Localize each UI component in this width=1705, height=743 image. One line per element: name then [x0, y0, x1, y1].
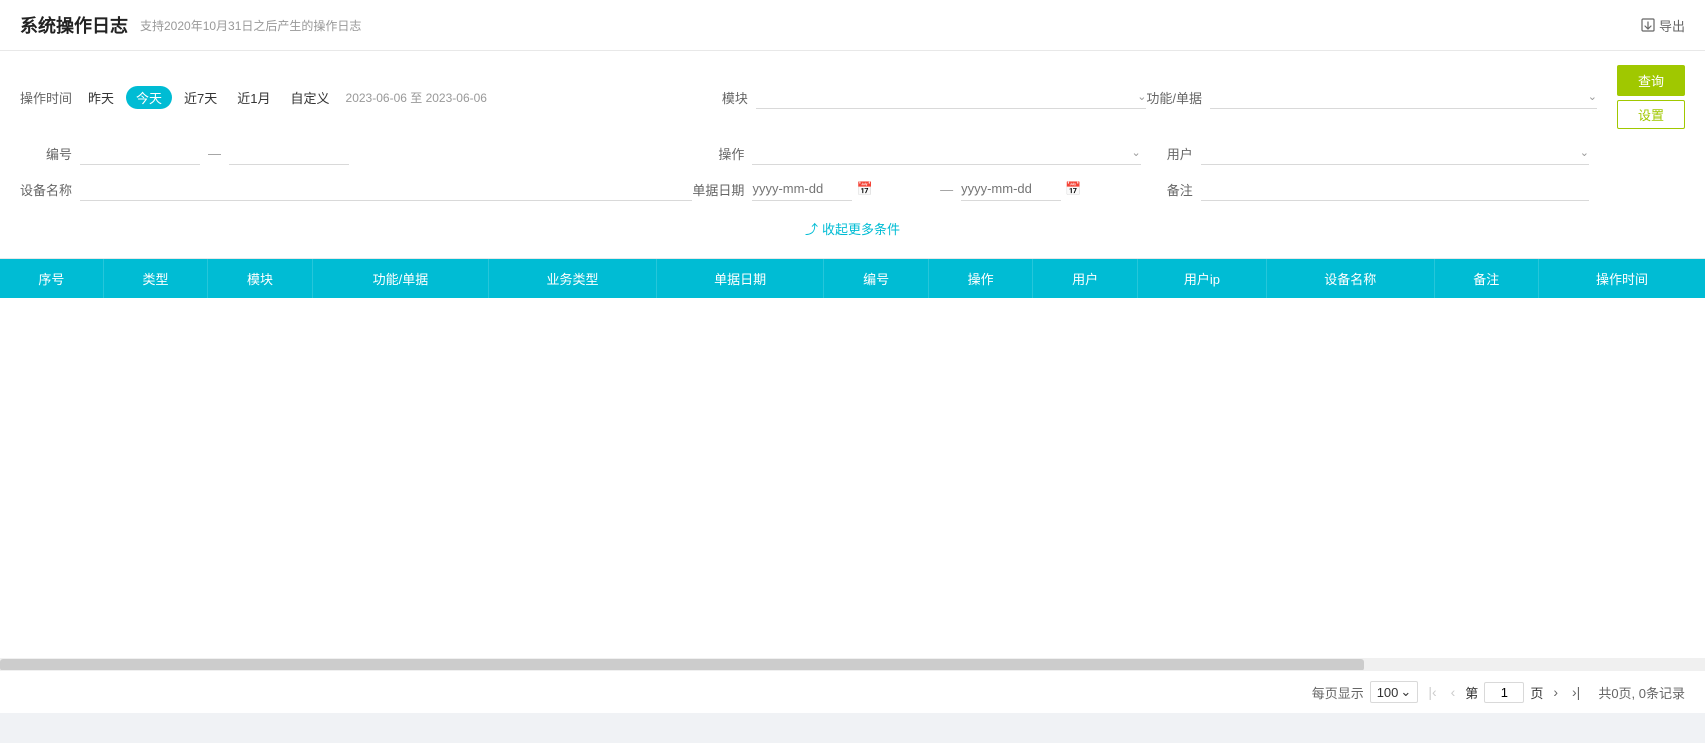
- custom-btn[interactable]: 自定义: [283, 86, 338, 109]
- setting-button[interactable]: 设置: [1617, 100, 1685, 129]
- number-input-to[interactable]: [229, 141, 349, 165]
- total-info: 共0页, 0条记录: [1598, 683, 1685, 702]
- module-select[interactable]: ⌄: [756, 85, 1147, 109]
- table-col-header: 模块: [208, 259, 312, 298]
- main-content: 序号类型模块功能/单据业务类型单据日期编号操作用户用户ip设备名称备注操作时间 …: [0, 259, 1705, 713]
- remark-filter-col: 备注: [1141, 177, 1589, 201]
- scrollbar-thumb[interactable]: [0, 659, 1364, 670]
- operation-chevron-icon: ⌄: [1131, 146, 1140, 159]
- filter-area: 操作时间 昨天 今天 近7天 近1月 自定义 2023-06-06 至 2023…: [0, 51, 1705, 259]
- scrollbar-area[interactable]: [0, 658, 1705, 670]
- operation-label: 操作: [692, 144, 752, 163]
- time-range: 2023-06-06 至 2023-06-06: [346, 89, 487, 106]
- next-page-button[interactable]: ›: [1549, 682, 1562, 702]
- table-col-header: 设备名称: [1266, 259, 1434, 298]
- function-filter-col: 功能/单据 ⌄: [1146, 85, 1597, 109]
- number-filter-col: 编号 —: [20, 141, 692, 165]
- table-col-header: 业务类型: [489, 259, 657, 298]
- filter-row-2: 编号 — 操作 ⌄ 用户 ⌄: [20, 141, 1685, 165]
- page-label: 第: [1465, 683, 1478, 702]
- remark-input[interactable]: [1201, 177, 1589, 201]
- operation-filter-col: 操作 ⌄: [692, 141, 1140, 165]
- table-header-row: 序号类型模块功能/单据业务类型单据日期编号操作用户用户ip设备名称备注操作时间: [0, 259, 1705, 298]
- collapse-bar: ⤴ 收起更多条件: [20, 213, 1685, 248]
- table-col-header: 操作时间: [1539, 259, 1705, 298]
- page-size-chevron-icon: ⌄: [1400, 684, 1411, 700]
- module-chevron-icon: ⌄: [1137, 90, 1146, 103]
- operation-select[interactable]: ⌄: [752, 141, 1140, 165]
- function-select[interactable]: ⌄: [1210, 85, 1597, 109]
- first-page-button[interactable]: |‹: [1424, 682, 1440, 702]
- last7-btn[interactable]: 近7天: [176, 86, 225, 109]
- module-filter-col: 模块 ⌄: [696, 85, 1147, 109]
- table-col-header: 功能/单据: [312, 259, 488, 298]
- user-chevron-icon: ⌄: [1580, 146, 1589, 159]
- export-button[interactable]: 导出: [1641, 16, 1685, 35]
- voucher-date-filter-col: 单据日期 📅 — 📅: [692, 177, 1140, 201]
- export-icon: [1641, 18, 1655, 32]
- number-range-sep: —: [208, 146, 221, 161]
- user-label: 用户: [1141, 144, 1201, 163]
- last1month-btn[interactable]: 近1月: [229, 86, 278, 109]
- user-select-text: [1201, 145, 1580, 160]
- table-col-header: 编号: [824, 259, 928, 298]
- table-header: 序号类型模块功能/单据业务类型单据日期编号操作用户用户ip设备名称备注操作时间: [0, 259, 1705, 298]
- remark-label: 备注: [1141, 180, 1201, 199]
- prev-page-button[interactable]: ‹: [1447, 682, 1460, 702]
- action-buttons: 查询 设置: [1617, 65, 1685, 129]
- function-label: 功能/单据: [1146, 88, 1210, 107]
- filter-row-3: 设备名称 单据日期 📅 — 📅 备注: [20, 177, 1685, 201]
- table-col-header: 类型: [103, 259, 207, 298]
- operation-select-text: [752, 145, 1131, 160]
- table-col-header: 用户ip: [1137, 259, 1266, 298]
- page-size-value: 100: [1377, 685, 1399, 700]
- calendar-from-icon[interactable]: 📅: [856, 181, 872, 197]
- time-filter-col: 操作时间 昨天 今天 近7天 近1月 自定义 2023-06-06 至 2023…: [20, 86, 696, 109]
- device-input[interactable]: [80, 177, 692, 201]
- function-select-text: [1210, 89, 1588, 104]
- data-table: 序号类型模块功能/单据业务类型单据日期编号操作用户用户ip设备名称备注操作时间: [0, 259, 1705, 298]
- user-filter-col: 用户 ⌄: [1141, 141, 1589, 165]
- collapse-button[interactable]: ⤴ 收起更多条件: [805, 219, 900, 238]
- last-page-button[interactable]: ›|: [1568, 682, 1584, 702]
- page-size-select[interactable]: 100 ⌄: [1370, 681, 1419, 703]
- page-title: 系统操作日志: [20, 12, 128, 38]
- empty-area: [0, 298, 1705, 658]
- table-container: 序号类型模块功能/单据业务类型单据日期编号操作用户用户ip设备名称备注操作时间: [0, 259, 1705, 658]
- date-to-group: 📅: [961, 177, 1141, 201]
- table-col-header: 单据日期: [656, 259, 824, 298]
- table-col-header: 备注: [1434, 259, 1538, 298]
- module-label: 模块: [696, 88, 756, 107]
- page-subtitle: 支持2020年10月31日之后产生的操作日志: [140, 17, 361, 34]
- today-btn[interactable]: 今天: [126, 86, 172, 109]
- time-buttons: 昨天 今天 近7天 近1月 自定义 2023-06-06 至 2023-06-0…: [80, 86, 487, 109]
- query-button[interactable]: 查询: [1617, 65, 1685, 96]
- calendar-to-icon[interactable]: 📅: [1065, 181, 1081, 197]
- function-chevron-icon: ⌄: [1588, 90, 1597, 103]
- page-number-input[interactable]: [1484, 682, 1524, 703]
- device-label: 设备名称: [20, 180, 80, 199]
- table-col-header: 操作: [928, 259, 1032, 298]
- device-filter-col: 设备名称: [20, 177, 692, 201]
- collapse-up-icon: ⤴: [805, 219, 818, 238]
- collapse-label: 收起更多条件: [822, 219, 900, 238]
- number-label: 编号: [20, 144, 80, 163]
- pagination: 每页显示 100 ⌄ |‹ ‹ 第 页 › ›| 共0页, 0条记录: [0, 670, 1705, 713]
- time-label: 操作时间: [20, 88, 80, 107]
- module-select-text: [756, 89, 1137, 104]
- yesterday-btn[interactable]: 昨天: [80, 86, 122, 109]
- date-from-group: 📅: [752, 177, 932, 201]
- voucher-date-label: 单据日期: [692, 180, 752, 199]
- filter-row-1: 操作时间 昨天 今天 近7天 近1月 自定义 2023-06-06 至 2023…: [20, 65, 1685, 129]
- per-page-label: 每页显示: [1312, 683, 1364, 702]
- page-suffix: 页: [1530, 683, 1543, 702]
- user-select[interactable]: ⌄: [1201, 141, 1589, 165]
- date-from-input[interactable]: [752, 177, 852, 201]
- number-input-from[interactable]: [80, 141, 200, 165]
- date-range-sep: —: [940, 182, 953, 197]
- page-header: 系统操作日志 支持2020年10月31日之后产生的操作日志 导出: [0, 0, 1705, 51]
- table-col-header: 序号: [0, 259, 103, 298]
- date-to-input[interactable]: [961, 177, 1061, 201]
- table-col-header: 用户: [1033, 259, 1137, 298]
